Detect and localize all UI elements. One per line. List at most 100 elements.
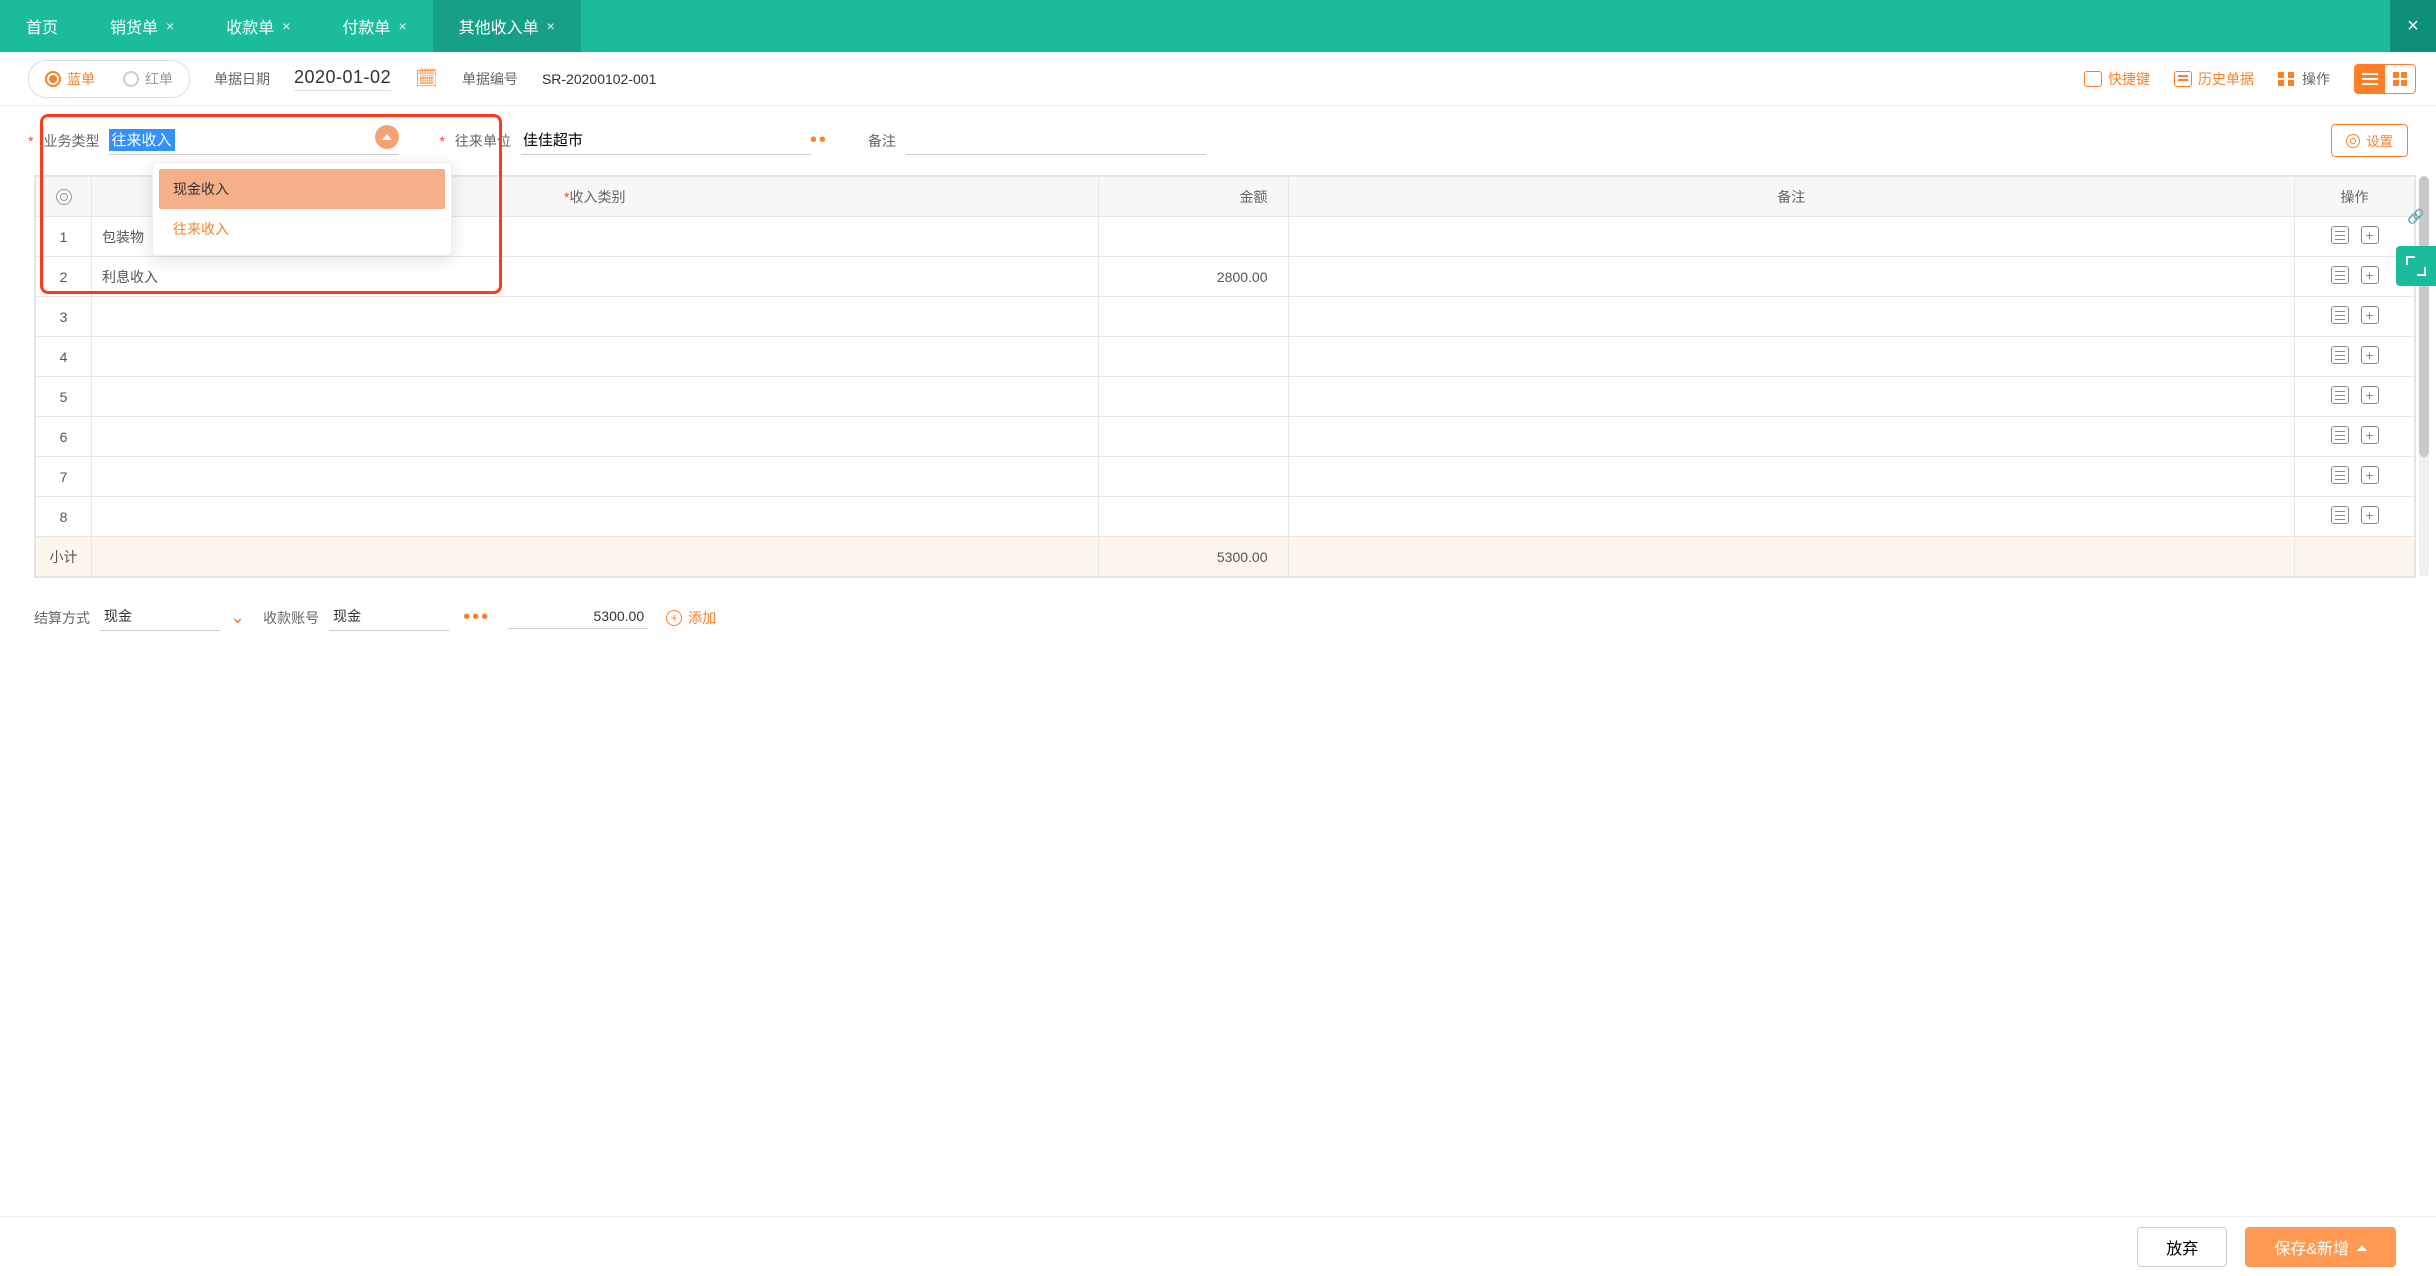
row-remark[interactable]: [1288, 417, 2295, 457]
row-index: 2: [36, 257, 92, 297]
tab-payment[interactable]: 付款单×: [316, 0, 432, 52]
calendar-icon[interactable]: 🗓: [415, 68, 438, 89]
shortcut-link[interactable]: 快捷键: [2084, 69, 2150, 89]
row-amount[interactable]: [1098, 297, 1288, 337]
insert-row-icon[interactable]: [2361, 266, 2379, 284]
ellipsis-icon[interactable]: •••: [463, 606, 490, 629]
tab-sales[interactable]: 销货单×: [84, 0, 200, 52]
settlement-row: 结算方式 现金 ⌄ 收款账号 现金 ••• 5300.00 +添加: [0, 578, 2436, 657]
add-settlement-button[interactable]: +添加: [666, 608, 716, 628]
view-list-button[interactable]: [2355, 65, 2385, 93]
doc-no-value: SR-20200102-001: [542, 71, 656, 87]
tab-receipt[interactable]: 收款单×: [200, 0, 316, 52]
party-field: * 往来单位 •••: [439, 127, 827, 155]
row-index: 6: [36, 417, 92, 457]
close-icon[interactable]: ×: [547, 18, 555, 34]
row-amount[interactable]: [1098, 417, 1288, 457]
insert-row-icon[interactable]: [2361, 226, 2379, 244]
row-amount[interactable]: [1098, 337, 1288, 377]
remark-input[interactable]: [906, 127, 1206, 155]
doc-type-red[interactable]: 红单: [111, 65, 185, 93]
expand-icon: [2408, 258, 2424, 274]
delete-row-icon[interactable]: [2331, 466, 2349, 484]
close-icon[interactable]: ×: [282, 18, 290, 34]
close-icon[interactable]: ×: [398, 18, 406, 34]
insert-row-icon[interactable]: [2361, 466, 2379, 484]
history-link[interactable]: 历史单据: [2174, 69, 2254, 89]
doc-type-blue[interactable]: 蓝单: [33, 65, 107, 93]
party-label: 往来单位: [455, 131, 511, 151]
attachment-button[interactable]: 🔗: [2396, 196, 2436, 236]
row-ops: [2295, 297, 2415, 337]
row-category[interactable]: [92, 337, 1099, 377]
row-amount[interactable]: [1098, 457, 1288, 497]
row-remark[interactable]: [1288, 257, 2295, 297]
row-category[interactable]: [92, 377, 1099, 417]
delete-row-icon[interactable]: [2331, 306, 2349, 324]
row-amount[interactable]: [1098, 497, 1288, 537]
row-ops: [2295, 337, 2415, 377]
tabbar-close-button[interactable]: ×: [2390, 0, 2436, 52]
biz-type-input[interactable]: [109, 127, 399, 155]
row-remark[interactable]: [1288, 217, 2295, 257]
row-category[interactable]: [92, 417, 1099, 457]
radio-icon: [123, 71, 139, 87]
close-icon[interactable]: ×: [166, 18, 174, 34]
row-category[interactable]: [92, 497, 1099, 537]
fullscreen-button[interactable]: [2396, 246, 2436, 286]
ops-link[interactable]: 操作: [2278, 69, 2330, 89]
right-rail: 🔗: [2396, 196, 2436, 286]
settle-amount[interactable]: 5300.00: [508, 606, 648, 629]
row-amount[interactable]: [1098, 377, 1288, 417]
discard-button[interactable]: 放弃: [2137, 1227, 2227, 1267]
radio-icon: [45, 71, 61, 87]
sub-header: 蓝单 红单 单据日期 2020-01-02 🗓 单据编号 SR-20200102…: [0, 52, 2436, 106]
row-ops: [2295, 457, 2415, 497]
row-ops: [2295, 377, 2415, 417]
delete-row-icon[interactable]: [2331, 266, 2349, 284]
row-remark[interactable]: [1288, 377, 2295, 417]
row-remark[interactable]: [1288, 297, 2295, 337]
dropdown-option-cash[interactable]: 现金收入: [159, 169, 445, 209]
chevron-down-icon[interactable]: ⌄: [230, 607, 245, 628]
delete-row-icon[interactable]: [2331, 226, 2349, 244]
tab-home[interactable]: 首页: [0, 0, 84, 52]
view-grid-button[interactable]: [2385, 65, 2415, 93]
required-mark: *: [28, 133, 33, 149]
row-remark[interactable]: [1288, 457, 2295, 497]
history-icon: [2174, 71, 2192, 87]
delete-row-icon[interactable]: [2331, 346, 2349, 364]
delete-row-icon[interactable]: [2331, 426, 2349, 444]
save-and-new-button[interactable]: 保存&新增: [2245, 1227, 2396, 1267]
doc-no-label: 单据编号: [462, 69, 518, 89]
row-remark[interactable]: [1288, 497, 2295, 537]
chevron-up-icon: [2357, 1238, 2367, 1256]
row-category[interactable]: [92, 297, 1099, 337]
chevron-up-icon[interactable]: [375, 125, 399, 149]
plus-icon: +: [666, 610, 682, 626]
insert-row-icon[interactable]: [2361, 426, 2379, 444]
row-index: 1: [36, 217, 92, 257]
settle-account-value[interactable]: 现金: [329, 604, 449, 631]
insert-row-icon[interactable]: [2361, 506, 2379, 524]
col-gear[interactable]: [36, 177, 92, 217]
insert-row-icon[interactable]: [2361, 346, 2379, 364]
doc-date-value[interactable]: 2020-01-02: [294, 67, 391, 91]
dropdown-option-receivable[interactable]: 往来收入: [159, 209, 445, 249]
party-input[interactable]: [521, 127, 811, 155]
settle-method-value[interactable]: 现金: [100, 604, 220, 631]
row-remark[interactable]: [1288, 337, 2295, 377]
delete-row-icon[interactable]: [2331, 506, 2349, 524]
row-amount[interactable]: [1098, 217, 1288, 257]
delete-row-icon[interactable]: [2331, 386, 2349, 404]
row-amount[interactable]: 2800.00: [1098, 257, 1288, 297]
row-category[interactable]: [92, 457, 1099, 497]
tab-other-income[interactable]: 其他收入单×: [433, 0, 581, 52]
settings-button[interactable]: 设置: [2331, 124, 2408, 157]
doc-type-toggle: 蓝单 红单: [28, 60, 190, 98]
insert-row-icon[interactable]: [2361, 386, 2379, 404]
insert-row-icon[interactable]: [2361, 306, 2379, 324]
gear-icon: [56, 189, 72, 205]
gear-icon: [2346, 134, 2360, 148]
row-category[interactable]: 利息收入: [92, 257, 1099, 297]
